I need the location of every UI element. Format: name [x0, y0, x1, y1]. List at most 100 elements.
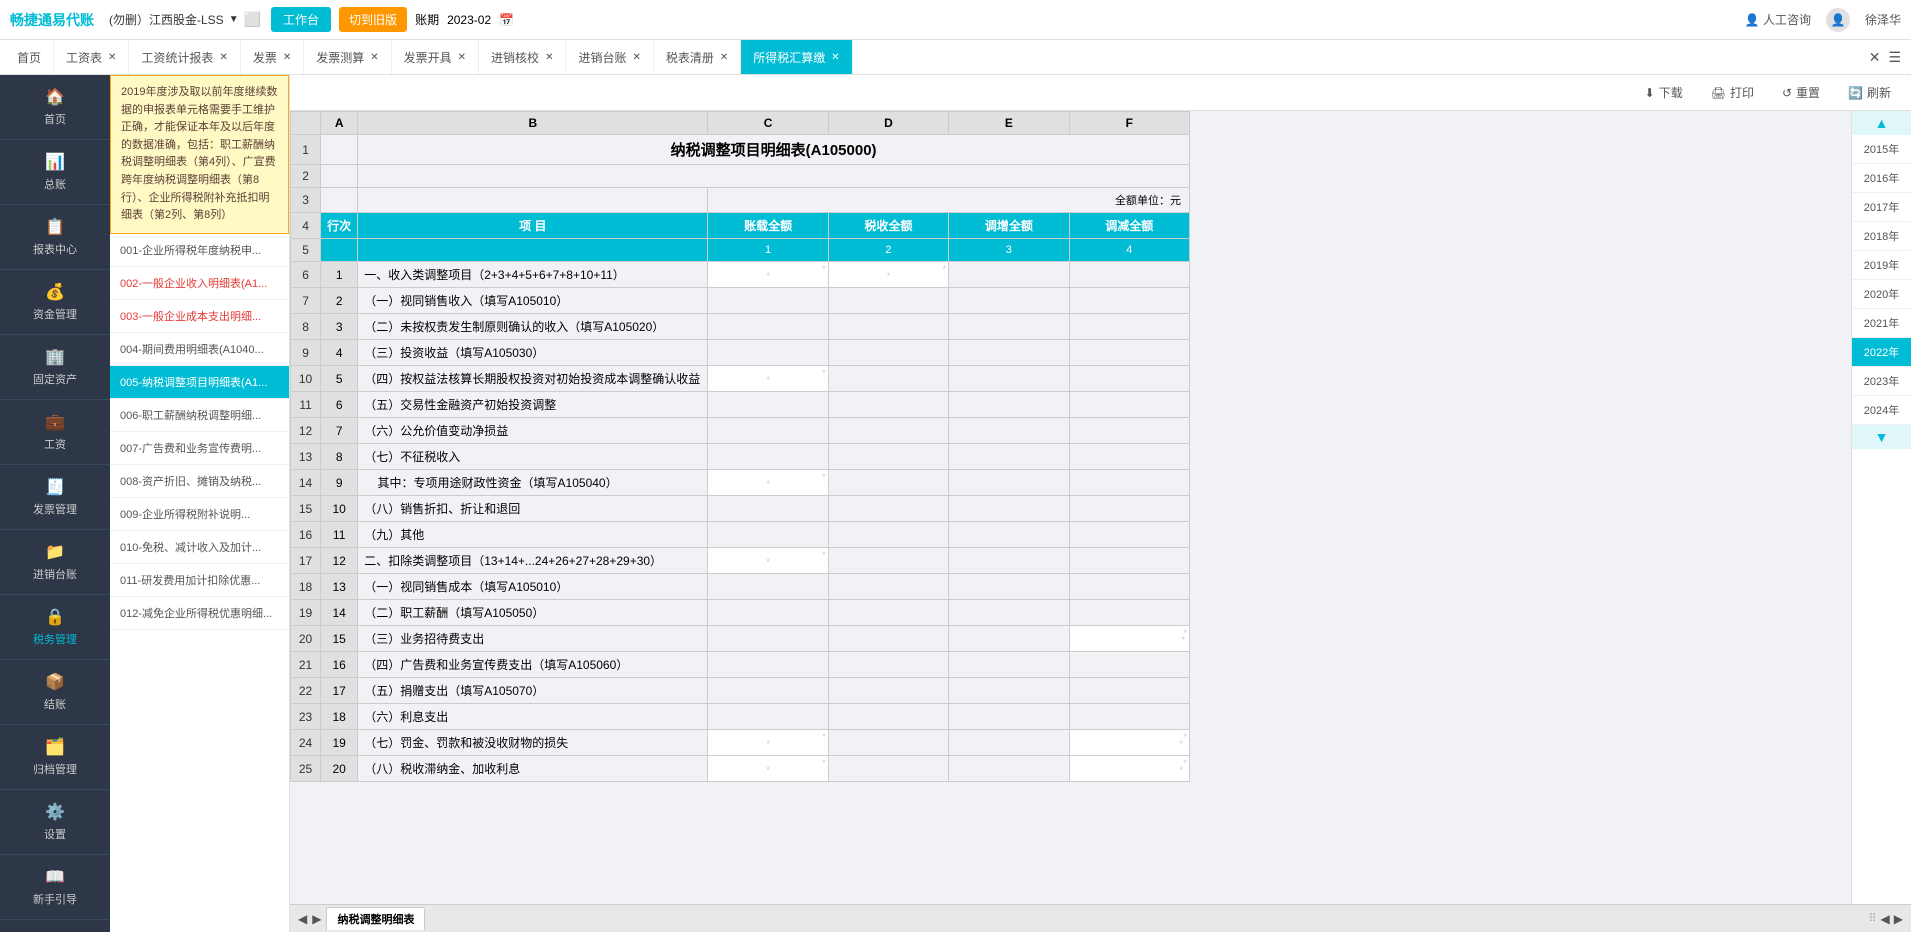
- tab-inout-ledger-close[interactable]: ✕: [632, 52, 640, 63]
- download-button[interactable]: ⬇ 下载: [1637, 81, 1691, 104]
- top-right: 👤 人工咨询 👤 徐泽华: [1745, 8, 1901, 32]
- table-row: 1 纳税调整项目明细表(A105000): [291, 135, 1190, 165]
- col-header-b: 账载全额: [708, 213, 828, 239]
- left-panel-item-002[interactable]: 002-一般企业收入明细表(A1...: [110, 267, 289, 300]
- left-panel-item-005[interactable]: 005-纳税调整项目明细表(A1...: [110, 366, 289, 399]
- tab-invoice-calc-close[interactable]: ✕: [370, 52, 378, 63]
- support-button[interactable]: 👤 人工咨询: [1745, 11, 1811, 28]
- tab-salary-report-close[interactable]: ✕: [219, 52, 227, 63]
- company-selector[interactable]: (勿删）江西股金-LSS ▼ ⬜: [109, 11, 261, 28]
- sidebar-item-archive-label: 归档管理: [33, 761, 77, 777]
- tab-tax-annual-close[interactable]: ✕: [831, 52, 839, 63]
- tab-menu-icon[interactable]: ☰: [1888, 49, 1901, 66]
- period-calendar-icon[interactable]: 📅: [499, 13, 514, 27]
- tab-inout-check[interactable]: 进销核校 ✕: [479, 40, 566, 75]
- old-version-button[interactable]: 切到旧版: [339, 7, 407, 32]
- right-panel: ⬇ 下载 🖨 打印 ↺ 重置 🔄 刷新: [290, 75, 1911, 932]
- sidebar-item-invoice-mgmt-label: 发票管理: [33, 501, 77, 517]
- year-2018[interactable]: 2018年: [1852, 222, 1911, 251]
- table-row: 14 9 其中：专项用途财政性资金（填写A105040） *: [291, 470, 1190, 496]
- year-nav-up[interactable]: ▲: [1852, 111, 1911, 135]
- tab-home-label: 首页: [17, 49, 41, 66]
- left-panel-item-007[interactable]: 007-广告费和业务宣传费明...: [110, 432, 289, 465]
- tab-salary-report[interactable]: 工资统计报表 ✕: [129, 40, 240, 75]
- tab-invoice-close[interactable]: ✕: [283, 52, 291, 63]
- sheet-nav-left[interactable]: ◀: [298, 912, 307, 926]
- sidebar: 🏠 首页 📊 总账 📋 报表中心 💰 资金管理 🏢 固定资产 💼 工资 🧾 发票…: [0, 75, 110, 932]
- print-label: 打印: [1730, 84, 1754, 101]
- tab-tax-list-close[interactable]: ✕: [720, 52, 728, 63]
- tab-tax-annual[interactable]: 所得税汇算缴 ✕: [741, 40, 852, 75]
- left-panel-item-010[interactable]: 010-免税、减计收入及加计...: [110, 531, 289, 564]
- sidebar-item-home[interactable]: 🏠 首页: [0, 75, 110, 140]
- tab-close-all-icon[interactable]: ✕: [1869, 49, 1881, 66]
- spreadsheet-main[interactable]: A B C D E F 1 纳税调整项目明细表(A105000): [290, 111, 1851, 904]
- tab-salary[interactable]: 工资表 ✕: [54, 40, 129, 75]
- year-2022[interactable]: 2022年: [1852, 338, 1911, 367]
- worktable-button[interactable]: 工作台: [271, 7, 331, 32]
- company-dropdown-icon[interactable]: ▼: [229, 14, 239, 25]
- left-panel-item-008[interactable]: 008-资产折旧、摊销及纳税...: [110, 465, 289, 498]
- col-header-d: 调增全额: [949, 213, 1069, 239]
- year-2019[interactable]: 2019年: [1852, 251, 1911, 280]
- sidebar-item-report[interactable]: 📋 报表中心: [0, 205, 110, 270]
- sidebar-item-close-accounts-label: 结账: [44, 696, 66, 712]
- sidebar-item-guide[interactable]: 📖 新手引导: [0, 855, 110, 920]
- sidebar-item-inout-ledger[interactable]: 📁 进销台账: [0, 530, 110, 595]
- year-2020[interactable]: 2020年: [1852, 280, 1911, 309]
- content-area: 2019年度涉及取以前年度继续数据的申报表单元格需要手工维护正确，才能保证本年及…: [110, 75, 1911, 932]
- copy-icon[interactable]: ⬜: [244, 11, 261, 28]
- left-panel-item-004[interactable]: 004-期间费用明细表(A1040...: [110, 333, 289, 366]
- app-logo: 畅捷通易代账: [10, 10, 94, 30]
- sidebar-item-archive[interactable]: 🗂️ 归档管理: [0, 725, 110, 790]
- sidebar-item-fund[interactable]: 💰 资金管理: [0, 270, 110, 335]
- left-panel-item-003[interactable]: 003-一般企业成本支出明细...: [110, 300, 289, 333]
- year-2021[interactable]: 2021年: [1852, 309, 1911, 338]
- sheet-nav-right[interactable]: ▶: [312, 912, 321, 926]
- year-2015[interactable]: 2015年: [1852, 135, 1911, 164]
- tab-invoice-calc[interactable]: 发票测算 ✕: [304, 40, 391, 75]
- sidebar-item-salary[interactable]: 💼 工资: [0, 400, 110, 465]
- tab-inout-check-close[interactable]: ✕: [545, 52, 553, 63]
- sidebar-item-tax[interactable]: 🔒 税务管理: [0, 595, 110, 660]
- tab-invoice[interactable]: 发票 ✕: [241, 40, 304, 75]
- print-button[interactable]: 🖨 打印: [1703, 81, 1762, 104]
- user-avatar[interactable]: 👤: [1826, 8, 1850, 32]
- year-2024[interactable]: 2024年: [1852, 396, 1911, 425]
- archive-icon: 🗂️: [45, 737, 65, 757]
- year-2023[interactable]: 2023年: [1852, 367, 1911, 396]
- left-panel-item-001[interactable]: 001-企业所得税年度纳税申...: [110, 234, 289, 267]
- table-row: 11 6 （五）交易性金融资产初始投资调整: [291, 392, 1190, 418]
- scroll-left-icon[interactable]: ◀: [1881, 912, 1890, 926]
- sidebar-item-close-accounts[interactable]: 📦 结账: [0, 660, 110, 725]
- tab-salary-report-label: 工资统计报表: [141, 49, 213, 66]
- left-panel-item-009[interactable]: 009-企业所得税附补说明...: [110, 498, 289, 531]
- tab-inout-ledger[interactable]: 进销台账 ✕: [566, 40, 653, 75]
- table-row: 24 19 （七）罚金、罚款和被没收财物的损失 * *: [291, 730, 1190, 756]
- year-2017[interactable]: 2017年: [1852, 193, 1911, 222]
- tab-home[interactable]: 首页: [5, 40, 54, 75]
- table-row: 2: [291, 165, 1190, 188]
- left-panel-item-012[interactable]: 012-减免企业所得税优惠明细...: [110, 597, 289, 630]
- refresh-button[interactable]: 🔄 刷新: [1840, 81, 1899, 104]
- refresh-icon: 🔄: [1848, 86, 1863, 100]
- sidebar-item-asset-label: 固定资产: [33, 371, 77, 387]
- table-row: 18 13 （一）视同销售成本（填写A105010）: [291, 574, 1190, 600]
- bottom-tab-main[interactable]: 纳税调整明细表: [326, 907, 425, 930]
- sidebar-item-settings[interactable]: ⚙️ 设置: [0, 790, 110, 855]
- tab-tax-list[interactable]: 税表清册 ✕: [654, 40, 741, 75]
- sidebar-item-ledger[interactable]: 📊 总账: [0, 140, 110, 205]
- sidebar-item-member[interactable]: 👑 畅会员: [0, 920, 110, 932]
- reset-button[interactable]: ↺ 重置: [1774, 81, 1828, 104]
- tab-invoice-open-close[interactable]: ✕: [458, 52, 466, 63]
- left-panel-item-011[interactable]: 011-研发费用加计扣除优惠...: [110, 564, 289, 597]
- sidebar-item-asset[interactable]: 🏢 固定资产: [0, 335, 110, 400]
- tab-salary-close[interactable]: ✕: [108, 52, 116, 63]
- sidebar-item-invoice-mgmt[interactable]: 🧾 发票管理: [0, 465, 110, 530]
- scroll-right-icon[interactable]: ▶: [1894, 912, 1903, 926]
- left-panel-item-006[interactable]: 006-职工薪酬纳税调整明细...: [110, 399, 289, 432]
- year-2016[interactable]: 2016年: [1852, 164, 1911, 193]
- tab-invoice-open[interactable]: 发票开具 ✕: [392, 40, 479, 75]
- user-name[interactable]: 徐泽华: [1865, 11, 1901, 28]
- year-nav-down[interactable]: ▼: [1852, 425, 1911, 449]
